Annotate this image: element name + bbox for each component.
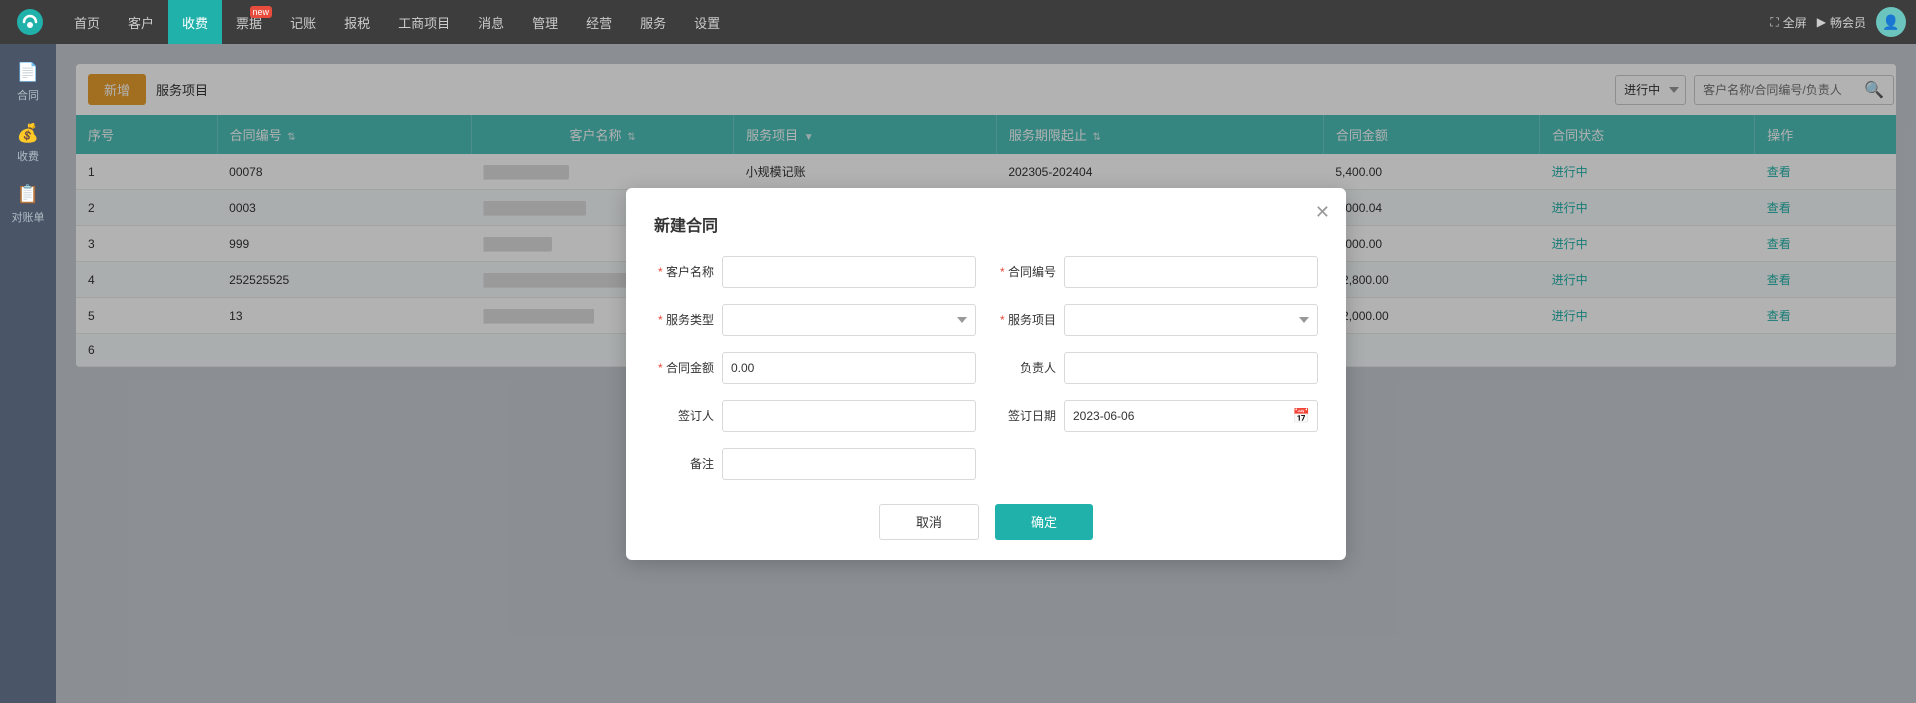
nav-settings[interactable]: 设置 — [680, 0, 734, 44]
form-field-service-item: 服务项目 — [996, 304, 1318, 336]
form-row-5: 备注 — [654, 448, 1318, 480]
sidebar-item-statement[interactable]: 📋 对账单 — [2, 176, 54, 233]
new-contract-modal: 新建合同 ✕ 客户名称 合同编号 服务类型 — [626, 188, 1346, 560]
nav-bookkeeping[interactable]: 记账 — [276, 0, 330, 44]
form-field-signer: 签订人 — [654, 400, 976, 432]
remark-label: 备注 — [654, 455, 714, 472]
contract-no-label: 合同编号 — [996, 263, 1056, 280]
service-item-label: 服务项目 — [996, 311, 1056, 328]
form-field-contract-no: 合同编号 — [996, 256, 1318, 288]
nav-fee[interactable]: 收费 — [168, 0, 222, 44]
contract-no-input[interactable] — [1064, 256, 1318, 288]
cancel-button[interactable]: 取消 — [879, 504, 979, 540]
nav-message[interactable]: 消息 — [464, 0, 518, 44]
sign-date-label: 签订日期 — [996, 407, 1056, 424]
form-field-service-type: 服务类型 — [654, 304, 976, 336]
form-field-remark: 备注 — [654, 448, 976, 480]
logo — [10, 0, 50, 44]
form-field-responsible: 负责人 — [996, 352, 1318, 384]
service-item-select[interactable] — [1064, 304, 1318, 336]
form-row-4: 签订人 签订日期 📅 — [654, 400, 1318, 432]
modal-footer: 取消 确定 — [654, 504, 1318, 540]
nav-invoice[interactable]: 票据 new — [222, 0, 276, 44]
modal-title: 新建合同 — [654, 212, 1318, 236]
member-button[interactable]: ▶ 畅会员 — [1817, 14, 1866, 31]
new-badge: new — [250, 6, 273, 18]
form-field-amount: 合同金额 — [654, 352, 976, 384]
contract-icon: 📄 — [17, 62, 39, 83]
responsible-person-input[interactable] — [1064, 352, 1318, 384]
sign-date-input[interactable] — [1064, 400, 1318, 432]
customer-name-label: 客户名称 — [654, 263, 714, 280]
form-field-customer: 客户名称 — [654, 256, 976, 288]
avatar[interactable]: 👤 — [1876, 7, 1906, 37]
sidebar: 📄 合同 💰 收费 📋 对账单 — [0, 44, 56, 703]
remark-input[interactable] — [722, 448, 976, 480]
form-row-2: 服务类型 服务项目 — [654, 304, 1318, 336]
fee-icon: 💰 — [17, 123, 39, 144]
nav-home[interactable]: 首页 — [60, 0, 114, 44]
confirm-button[interactable]: 确定 — [995, 504, 1093, 540]
nav-business[interactable]: 工商项目 — [384, 0, 464, 44]
sidebar-item-fee[interactable]: 💰 收费 — [2, 115, 54, 172]
form-row-1: 客户名称 合同编号 — [654, 256, 1318, 288]
contract-amount-input[interactable] — [722, 352, 976, 384]
form-row-3: 合同金额 负责人 — [654, 352, 1318, 384]
nav-service[interactable]: 服务 — [626, 0, 680, 44]
nav-tax[interactable]: 报税 — [330, 0, 384, 44]
modal-overlay: 新建合同 ✕ 客户名称 合同编号 服务类型 — [56, 44, 1916, 703]
contract-amount-label: 合同金额 — [654, 359, 714, 376]
sidebar-item-contract[interactable]: 📄 合同 — [2, 54, 54, 111]
modal-close-button[interactable]: ✕ — [1315, 202, 1330, 223]
form-field-sign-date: 签订日期 📅 — [996, 400, 1318, 432]
customer-name-input[interactable] — [722, 256, 976, 288]
nav-right: ⛶ 全屏 ▶ 畅会员 👤 — [1770, 7, 1906, 37]
service-type-label: 服务类型 — [654, 311, 714, 328]
signer-label: 签订人 — [654, 407, 714, 424]
statement-icon: 📋 — [17, 184, 39, 205]
responsible-person-label: 负责人 — [996, 359, 1056, 376]
nav-operation[interactable]: 经营 — [572, 0, 626, 44]
nav-customer[interactable]: 客户 — [114, 0, 168, 44]
content-area: 新增 服务项目 进行中 已完成 已终止 🔍 — [56, 44, 1916, 703]
main-layout: 📄 合同 💰 收费 📋 对账单 新增 服务项目 进行中 已完成 已终止 — [0, 44, 1916, 703]
nav-manage[interactable]: 管理 — [518, 0, 572, 44]
signer-input[interactable] — [722, 400, 976, 432]
fullscreen-button[interactable]: ⛶ 全屏 — [1770, 14, 1806, 31]
top-nav: 首页 客户 收费 票据 new 记账 报税 工商项目 消息 管理 经营 服务 设… — [0, 0, 1916, 44]
service-type-select[interactable] — [722, 304, 976, 336]
